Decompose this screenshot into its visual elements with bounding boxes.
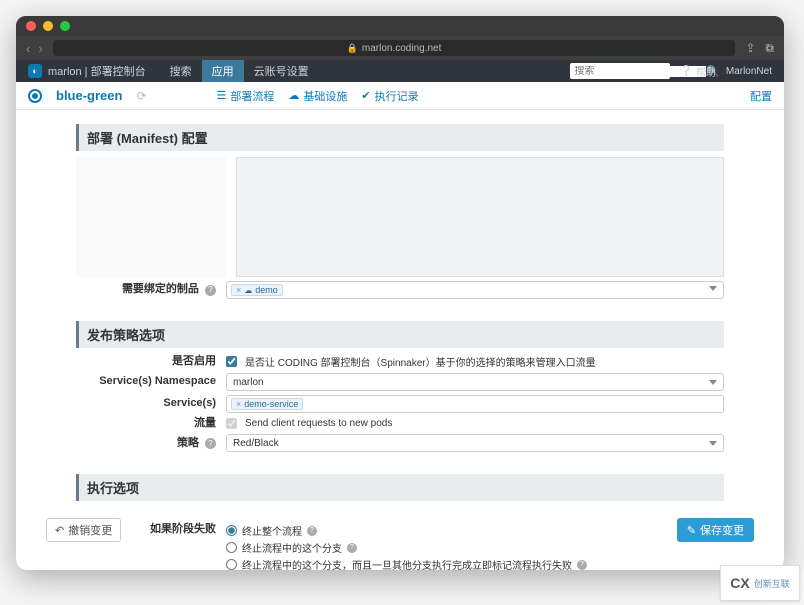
save-icon: ✎ [687, 524, 696, 537]
radio-label: 终止整个流程 [242, 523, 302, 538]
fullscreen-window-icon[interactable] [60, 21, 70, 31]
refresh-icon[interactable]: ⟳ [136, 89, 146, 103]
traffic-label: 流量 [76, 417, 226, 430]
services-select[interactable]: × demo-service [226, 395, 724, 413]
service-chip[interactable]: × demo-service [231, 398, 303, 410]
subnav-tab-label: 基础设施 [303, 88, 347, 104]
strategy-label: 策略 ? [76, 437, 226, 450]
radio-label: 终止流程中的这个分支 [242, 540, 342, 555]
section-header-release-strategy: 发布策略选项 [76, 321, 724, 348]
services-label: Service(s) [76, 397, 226, 410]
url-text: marlon.coding.net [362, 43, 442, 54]
help-tooltip-icon[interactable]: ? [307, 526, 317, 536]
list-icon: ☰ [217, 89, 227, 102]
discard-button[interactable]: ↶ 撤销变更 [46, 518, 121, 542]
help-label: 帮助 [696, 64, 716, 79]
section-header-deploy-manifest: 部署 (Manifest) 配置 [76, 124, 724, 151]
lock-icon: 🔒 [347, 43, 358, 54]
enable-label: 是否启用 [76, 355, 226, 368]
chip-label: demo-service [244, 399, 298, 409]
namespace-value: marlon [233, 377, 264, 388]
app-title: marlon | 部署控制台 [48, 63, 146, 79]
namespace-label: Service(s) Namespace [76, 375, 226, 388]
discard-label: 撤销变更 [68, 522, 112, 538]
radio-option[interactable]: 终止整个流程 ? [226, 523, 724, 538]
if-fail-radio-group: 终止整个流程 ? 终止流程中的这个分支 ? 终止流程中的这个分支，而且一旦其他分… [226, 523, 724, 570]
help-link[interactable]: ❔ 帮助 [680, 64, 715, 79]
artifact-chip[interactable]: × ☁ demo [231, 284, 283, 296]
share-icon[interactable]: ⇪ [745, 41, 755, 55]
manifest-preview-left [76, 157, 226, 277]
traffic-checkbox [226, 418, 237, 429]
help-icon: ❔ [680, 66, 692, 77]
radio-input[interactable] [226, 542, 237, 553]
window-titlebar [16, 16, 784, 36]
cloud-icon: ☁ [244, 286, 252, 295]
radio-option[interactable]: 终止流程中的这个分支 ? [226, 540, 724, 555]
minimize-window-icon[interactable] [43, 21, 53, 31]
enable-checkbox[interactable] [226, 356, 237, 367]
nav-back-icon[interactable]: ‹ [26, 41, 30, 56]
topbar-tab-cloud-accounts[interactable]: 云账号设置 [244, 60, 319, 82]
watermark-badge: CX 创新互联 [720, 565, 800, 601]
nav-forward-icon[interactable]: › [38, 41, 42, 56]
user-label[interactable]: MarlonNet [726, 66, 772, 77]
cloud-icon: ☁ [288, 89, 299, 102]
subnav-tab-exec-history[interactable]: ✔ 执行记录 [361, 88, 418, 104]
namespace-select[interactable]: marlon [226, 373, 724, 391]
subnav-tab-pipeline[interactable]: ☰ 部署流程 [217, 88, 275, 104]
topbar-tab-search[interactable]: 搜索 [160, 60, 202, 82]
app-topbar: ◐ marlon | 部署控制台 搜索 应用 云账号设置 🔍 ❔ 帮助 Marl… [16, 60, 784, 82]
chip-remove-icon[interactable]: × [236, 285, 241, 295]
global-search-input[interactable]: 🔍 [570, 63, 670, 79]
chevron-down-icon [709, 380, 717, 385]
topbar-tab-apps[interactable]: 应用 [202, 60, 244, 82]
subnav-tab-label: 执行记录 [375, 88, 419, 104]
pipeline-subnav: blue-green ⟳ ☰ 部署流程 ☁ 基础设施 ✔ 执行记录 配置 [16, 82, 784, 110]
reload-icon[interactable]: ↻ [766, 43, 774, 54]
section-header-exec-options: 执行选项 [76, 474, 724, 501]
check-icon: ✔ [361, 89, 370, 102]
chevron-down-icon [709, 441, 717, 446]
manifest-preview-right[interactable] [236, 157, 724, 277]
chip-remove-icon[interactable]: × [236, 399, 241, 409]
config-link[interactable]: 配置 [750, 88, 772, 104]
enable-desc: 是否让 CODING 部署控制台（Spinnaker）基于你的选择的策略来管理入… [245, 354, 596, 369]
chevron-down-icon [709, 286, 717, 291]
app-logo-icon: ◐ [28, 64, 42, 78]
save-button[interactable]: ✎ 保存变更 [677, 518, 754, 542]
pipeline-icon [28, 89, 42, 103]
chip-label: demo [255, 285, 278, 295]
help-tooltip-icon[interactable]: ? [205, 438, 216, 449]
watermark-text: 创新互联 [754, 577, 790, 590]
url-bar[interactable]: 🔒 marlon.coding.net ↻ [53, 40, 736, 56]
pipeline-name[interactable]: blue-green [56, 88, 122, 103]
browser-toolbar: ‹ › 🔒 marlon.coding.net ↻ ⇪ ⧉ [16, 36, 784, 60]
close-window-icon[interactable] [26, 21, 36, 31]
subnav-tab-infra[interactable]: ☁ 基础设施 [288, 88, 347, 104]
strategy-select[interactable]: Red/Black [226, 434, 724, 452]
radio-option[interactable]: 终止流程中的这个分支，而且一旦其他分支执行完成立即标记流程执行失败 ? [226, 557, 724, 570]
traffic-desc: Send client requests to new pods [245, 418, 392, 429]
save-label: 保存变更 [700, 522, 744, 538]
radio-input[interactable] [226, 559, 237, 570]
radio-label: 终止流程中的这个分支，而且一旦其他分支执行完成立即标记流程执行失败 [242, 557, 572, 570]
subnav-tab-label: 部署流程 [230, 88, 274, 104]
strategy-value: Red/Black [233, 438, 279, 449]
artifact-select[interactable]: × ☁ demo [226, 281, 724, 299]
radio-input[interactable] [226, 525, 237, 536]
help-tooltip-icon[interactable]: ? [347, 543, 357, 553]
help-tooltip-icon[interactable]: ? [205, 285, 216, 296]
undo-icon: ↶ [55, 524, 64, 537]
artifact-label: 需要绑定的制品 ? [76, 283, 226, 296]
help-tooltip-icon[interactable]: ? [577, 560, 587, 570]
